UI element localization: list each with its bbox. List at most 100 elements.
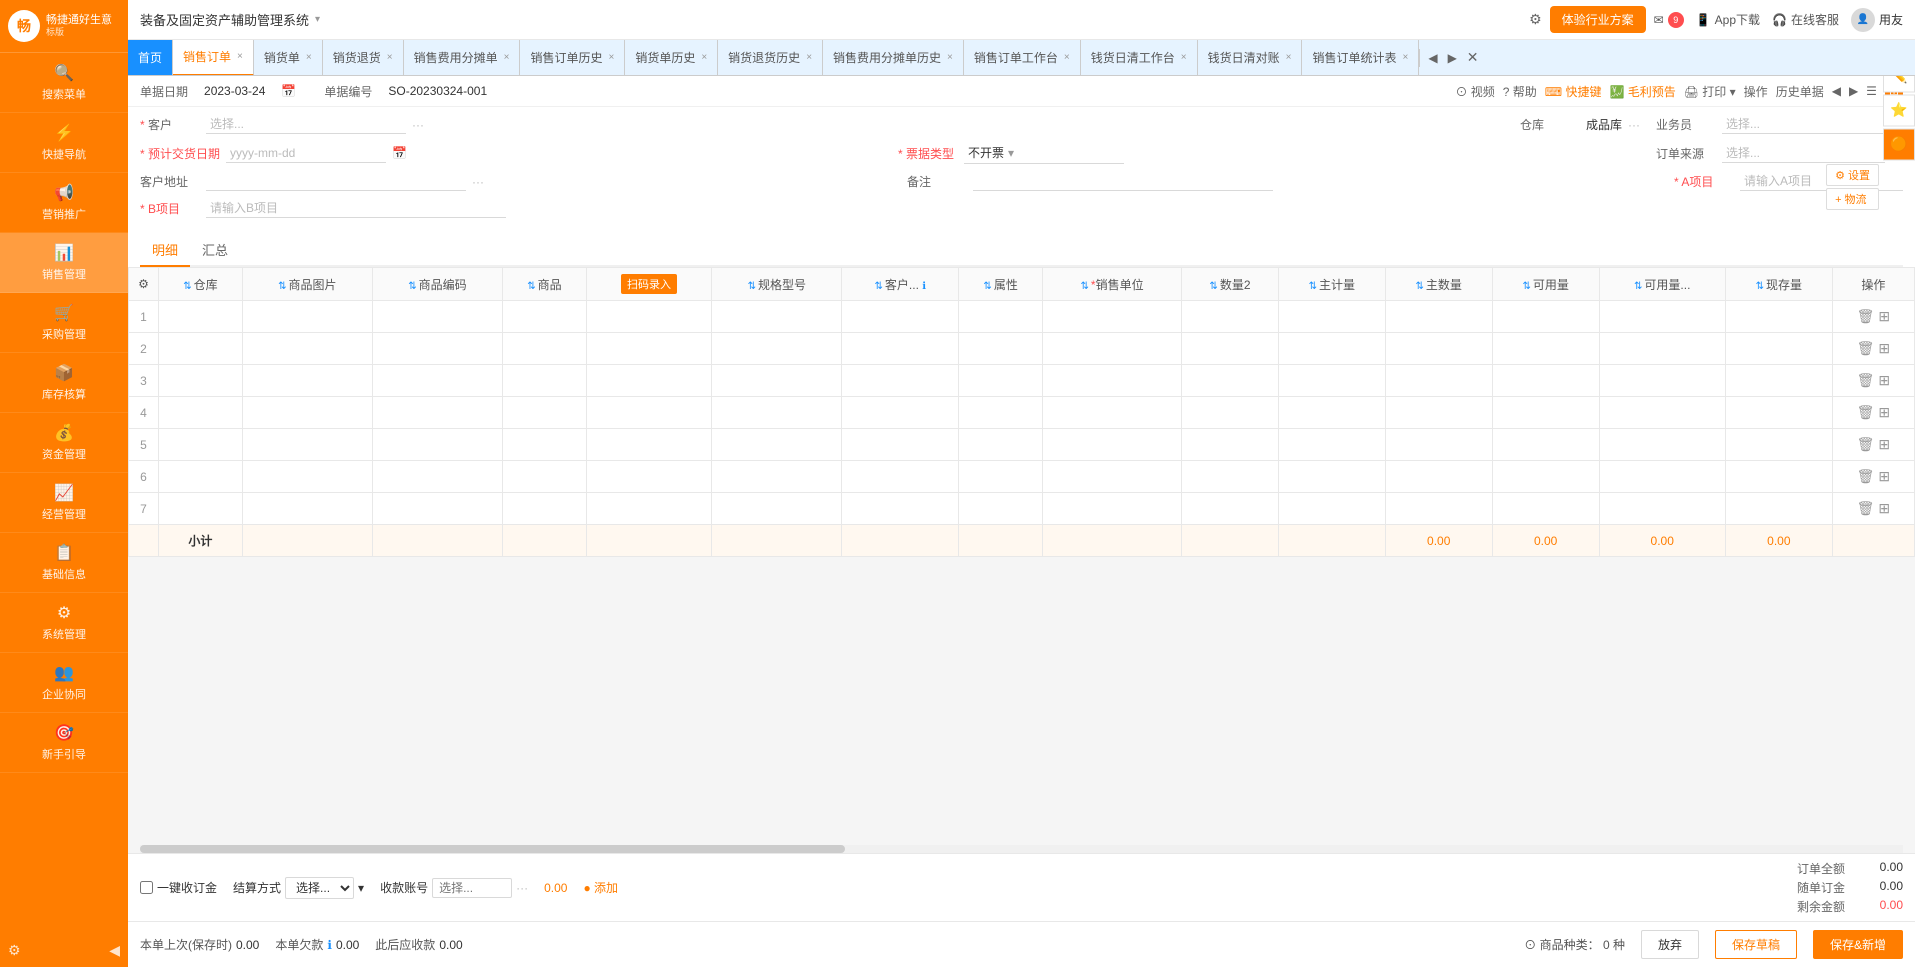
tab-stats[interactable]: 销售订单统计表 × xyxy=(1302,40,1419,76)
tab-close-all[interactable]: ✕ xyxy=(1463,49,1483,66)
right-float-btn-3[interactable]: ✏️ xyxy=(1883,76,1915,92)
sidebar-item-collab[interactable]: 👥 企业协同 xyxy=(0,653,128,713)
add-item-btn[interactable]: + 物流 xyxy=(1826,188,1879,210)
row3-attr[interactable] xyxy=(959,365,1043,397)
customer-dots[interactable]: ··· xyxy=(412,118,424,132)
tab-cash-workbench-close[interactable]: × xyxy=(1181,52,1187,63)
row4-code[interactable] xyxy=(372,397,502,429)
remark-input[interactable] xyxy=(973,172,1273,191)
row1-attr[interactable] xyxy=(959,301,1043,333)
sidebar-item-quick-nav[interactable]: ⚡ 快捷导航 xyxy=(0,113,128,173)
tab-sales-order-close[interactable]: × xyxy=(237,51,243,62)
tab-expense-history-close[interactable]: × xyxy=(947,52,953,63)
sidebar-item-operations[interactable]: 📈 经营管理 xyxy=(0,473,128,533)
print-btn[interactable]: 🖨 打印 ▾ xyxy=(1684,83,1736,100)
right-float-btn-4[interactable]: ⭐ xyxy=(1883,94,1915,126)
app-download-group[interactable]: 📱 App下载 xyxy=(1696,11,1760,28)
row4-delete-btn[interactable]: 🗑 xyxy=(1857,404,1875,421)
row7-code[interactable] xyxy=(372,493,502,525)
tab-expense-split-close[interactable]: × xyxy=(504,52,510,63)
bank-account-input[interactable] xyxy=(432,878,512,898)
row1-spec[interactable] xyxy=(712,301,842,333)
settings-btn[interactable]: ⚙ 设置 xyxy=(1826,164,1879,186)
row1-unit[interactable] xyxy=(1043,301,1182,333)
help-btn[interactable]: ? 帮助 xyxy=(1503,83,1537,100)
row7-qty2[interactable] xyxy=(1182,493,1279,525)
tab-expense-history[interactable]: 销售费用分摊单历史 × xyxy=(823,40,964,76)
tab-return[interactable]: 销货退货 × xyxy=(323,40,404,76)
row2-product[interactable] xyxy=(503,333,587,365)
ops-btn[interactable]: 操作 xyxy=(1744,83,1768,100)
system-dropdown-arrow[interactable]: ▾ xyxy=(315,14,320,25)
order-source-input[interactable] xyxy=(1722,144,1885,163)
row5-customer-code[interactable] xyxy=(842,429,959,461)
scroll-thumb[interactable] xyxy=(140,845,845,853)
save-new-btn[interactable]: 保存&新增 xyxy=(1813,930,1903,959)
row6-unit[interactable] xyxy=(1043,461,1182,493)
row6-warehouse[interactable] xyxy=(159,461,243,493)
row2-delete-btn[interactable]: 🗑 xyxy=(1857,340,1875,357)
shortcut-btn[interactable]: ⌨ 快捷键 xyxy=(1545,83,1602,100)
row1-delete-btn[interactable]: 🗑 xyxy=(1857,308,1875,325)
one-click-checkbox[interactable] xyxy=(140,881,153,894)
row3-customer-code[interactable] xyxy=(842,365,959,397)
profit-btn[interactable]: 💹 毛利预告 xyxy=(1609,83,1675,100)
message-group[interactable]: ✉ 9 xyxy=(1654,12,1684,28)
view-btn[interactable]: ⊙ 视频 xyxy=(1455,83,1494,100)
row2-attr[interactable] xyxy=(959,333,1043,365)
row4-product[interactable] xyxy=(503,397,587,429)
calendar-icon[interactable]: 📅 xyxy=(281,84,296,98)
row5-attr[interactable] xyxy=(959,429,1043,461)
row5-qty2[interactable] xyxy=(1182,429,1279,461)
settings-bottom-icon[interactable]: ⚙ xyxy=(8,942,21,959)
row5-code[interactable] xyxy=(372,429,502,461)
row4-spec[interactable] xyxy=(712,397,842,429)
right-float-btn-5[interactable]: 🟠 xyxy=(1883,128,1915,160)
tab-order-history-close[interactable]: × xyxy=(608,52,614,63)
tab-home[interactable]: 首页 xyxy=(128,40,173,76)
row2-code[interactable] xyxy=(372,333,502,365)
tab-scroll-right[interactable]: ▶ xyxy=(1444,49,1461,67)
warehouse-dots[interactable]: ··· xyxy=(1628,118,1640,132)
row1-product[interactable] xyxy=(503,301,587,333)
tab-workbench[interactable]: 销售订单工作台 × xyxy=(964,40,1081,76)
row7-delete-btn[interactable]: 🗑 xyxy=(1857,500,1875,517)
row7-unit[interactable] xyxy=(1043,493,1182,525)
tab-invoice-close[interactable]: × xyxy=(306,52,312,63)
tab-return-history-close[interactable]: × xyxy=(806,52,812,63)
row7-customer-code[interactable] xyxy=(842,493,959,525)
row7-attr[interactable] xyxy=(959,493,1043,525)
sidebar-item-inventory[interactable]: 📦 库存核算 xyxy=(0,353,128,413)
row3-unit[interactable] xyxy=(1043,365,1182,397)
online-support-group[interactable]: 🎧 在线客服 xyxy=(1772,11,1839,28)
save-draft-btn[interactable]: 保存草稿 xyxy=(1715,930,1797,959)
row3-product[interactable] xyxy=(503,365,587,397)
nav-prev[interactable]: ◀ xyxy=(1832,84,1841,98)
tab-scroll-left[interactable]: ◀ xyxy=(1424,49,1441,67)
payment-method-select[interactable]: 选择... xyxy=(285,877,354,899)
row6-spec[interactable] xyxy=(712,461,842,493)
row3-delete-btn[interactable]: 🗑 xyxy=(1857,372,1875,389)
row4-qty2[interactable] xyxy=(1182,397,1279,429)
sidebar-item-guide[interactable]: 🎯 新手引导 xyxy=(0,713,128,773)
nav-next[interactable]: ▶ xyxy=(1849,84,1858,98)
invoice-select[interactable]: 不开票 ▾ xyxy=(964,142,1124,164)
tab-invoice-history-close[interactable]: × xyxy=(701,52,707,63)
topbar-gear-icon[interactable]: ⚙ xyxy=(1529,11,1542,28)
tab-detail[interactable]: 明细 xyxy=(140,234,190,267)
sidebar-item-system[interactable]: ⚙ 系统管理 xyxy=(0,593,128,653)
row3-warehouse[interactable] xyxy=(159,365,243,397)
row2-spec[interactable] xyxy=(712,333,842,365)
row7-warehouse[interactable] xyxy=(159,493,243,525)
delivery-input[interactable] xyxy=(226,144,386,163)
tab-stats-close[interactable]: × xyxy=(1402,52,1408,63)
row2-unit[interactable] xyxy=(1043,333,1182,365)
row1-code[interactable] xyxy=(372,301,502,333)
row5-spec[interactable] xyxy=(712,429,842,461)
row5-unit[interactable] xyxy=(1043,429,1182,461)
logo[interactable]: 畅 畅捷通好生意 标版 xyxy=(0,0,128,53)
tab-invoice-history[interactable]: 销货单历史 × xyxy=(625,40,718,76)
row2-warehouse[interactable] xyxy=(159,333,243,365)
collapse-icon[interactable]: ◀ xyxy=(109,942,120,959)
tab-reconcile[interactable]: 钱货日清对账 × xyxy=(1198,40,1303,76)
